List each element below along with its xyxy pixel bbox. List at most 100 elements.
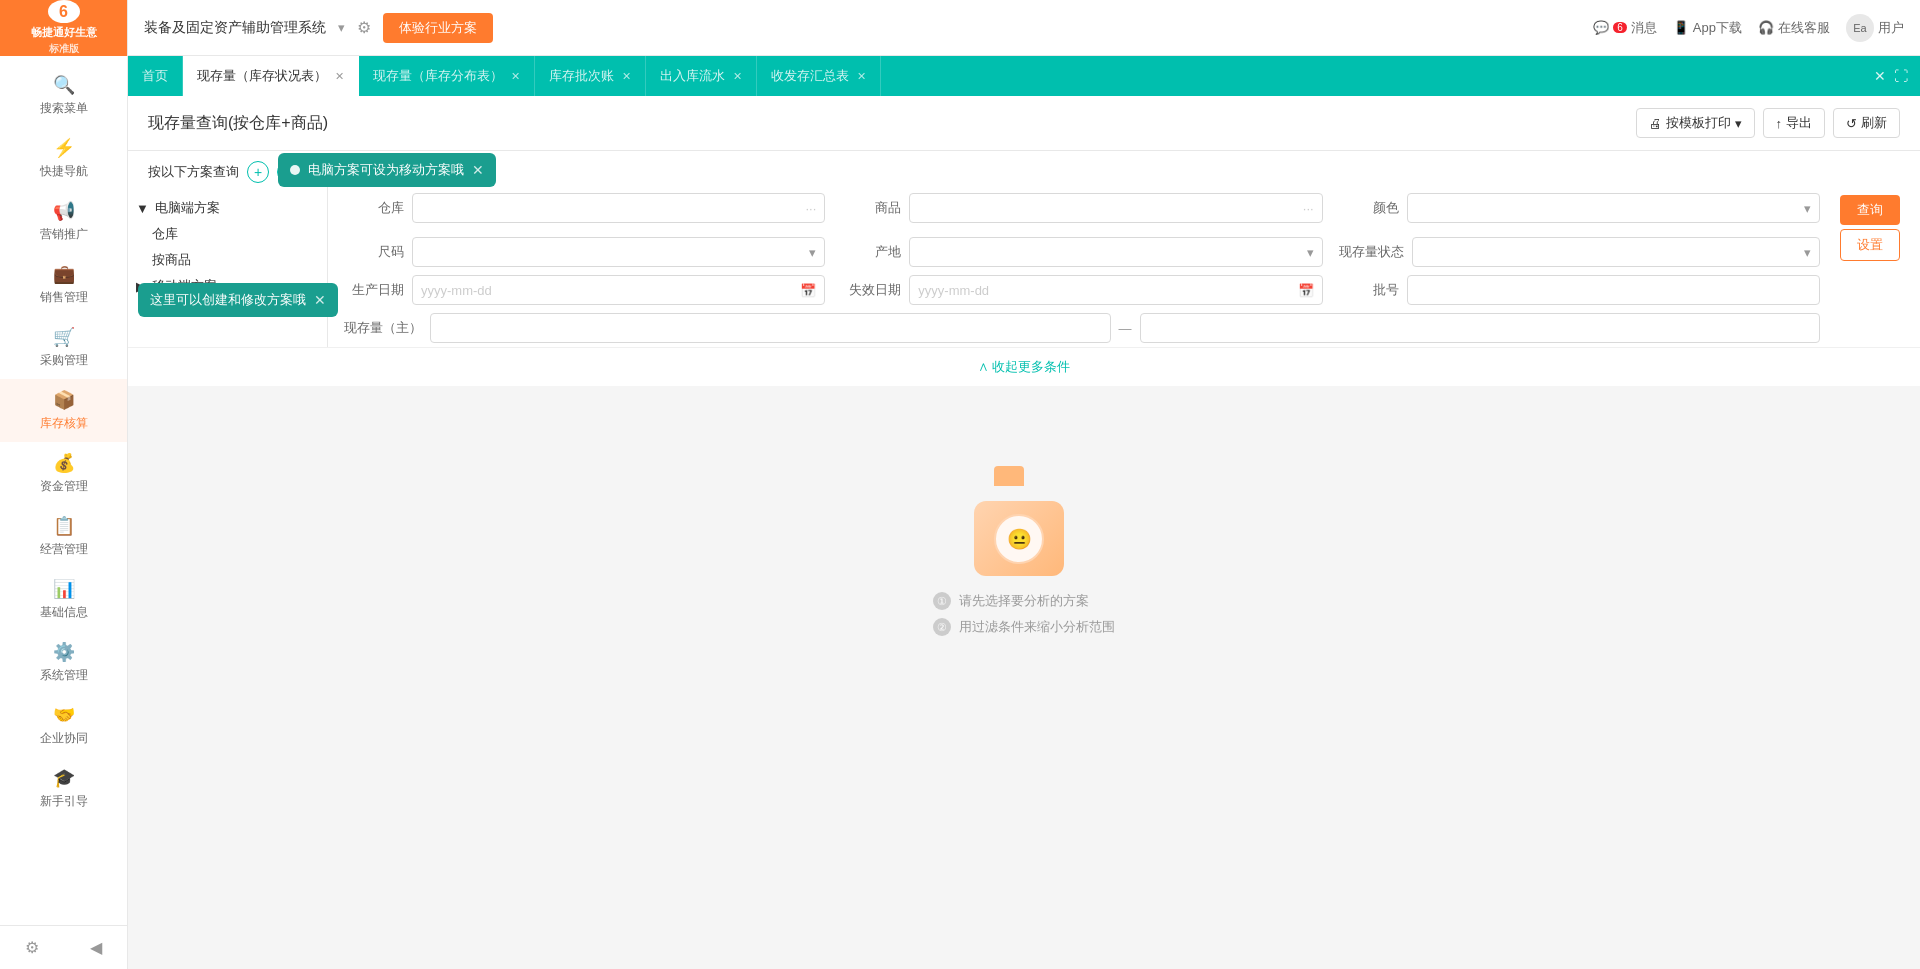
tab-inventory-dist-close[interactable]: ✕	[511, 70, 520, 83]
color-label: 颜色	[1339, 199, 1399, 217]
step-1-text: 请先选择要分析的方案	[959, 592, 1089, 610]
sidebar-item-label: 营销推广	[40, 226, 88, 243]
tabs-close-all[interactable]: ✕	[1874, 68, 1886, 84]
step-2-text: 用过滤条件来缩小分析范围	[959, 618, 1115, 636]
color-dropdown: ▾	[1804, 201, 1811, 216]
tab-batch-ledger[interactable]: 库存批次账 ✕	[535, 56, 646, 96]
tooltip-close[interactable]: ✕	[472, 162, 484, 178]
purchase-icon: 🛒	[53, 326, 75, 348]
stock-status-select[interactable]: ▾	[1412, 237, 1820, 267]
export-button[interactable]: ↑ 导出	[1763, 108, 1826, 138]
warehouse-select[interactable]: ···	[412, 193, 825, 223]
field-stock-status: 现存量状态 ▾	[1339, 237, 1820, 267]
scheme-child-1[interactable]: 仓库	[128, 221, 327, 247]
empty-step-2: ② 用过滤条件来缩小分析范围	[933, 618, 1115, 636]
logo-icon: 6	[48, 0, 80, 23]
header: 装备及固定资产辅助管理系统 ▾ ⚙ 体验行业方案 💬 6 消息 📱 App下载 …	[128, 0, 1920, 56]
tab-home[interactable]: 首页	[128, 56, 183, 96]
system-name: 装备及固定资产辅助管理系统	[144, 19, 326, 37]
sidebar-item-nav[interactable]: ⚡ 快捷导航	[0, 127, 127, 190]
origin-select[interactable]: ▾	[909, 237, 1322, 267]
warehouse-dots: ···	[805, 201, 816, 216]
desktop-scheme-item[interactable]: ▼ 电脑端方案	[128, 195, 327, 221]
sidebar-item-guide[interactable]: 🎓 新手引导	[0, 757, 127, 820]
stock-qty-from[interactable]	[430, 313, 1111, 343]
system-icon: ⚙️	[53, 641, 75, 663]
tab-home-label: 首页	[142, 67, 168, 85]
sidebar-item-label: 库存核算	[40, 415, 88, 432]
trial-button[interactable]: 体验行业方案	[383, 13, 493, 43]
sidebar-item-label: 资金管理	[40, 478, 88, 495]
tab-inout-flow[interactable]: 出入库流水 ✕	[646, 56, 757, 96]
page-title: 现存量查询(按仓库+商品)	[148, 113, 328, 134]
user-item[interactable]: Ea 用户	[1846, 14, 1904, 42]
settings-button[interactable]: ⚙	[25, 938, 39, 957]
settings-icon[interactable]: ⚙	[357, 18, 371, 37]
sidebar: 6 畅捷通好生意 标准版 🔍 搜索菜单 ⚡ 快捷导航 📢 营销推广 💼 销售管理…	[0, 0, 128, 969]
color-select[interactable]: ▾	[1407, 193, 1820, 223]
sidebar-item-purchase[interactable]: 🛒 采购管理	[0, 316, 127, 379]
tab-inout-flow-close[interactable]: ✕	[733, 70, 742, 83]
tab-batch-ledger-close[interactable]: ✕	[622, 70, 631, 83]
tabs-fullscreen[interactable]: ⛶	[1894, 68, 1908, 84]
stock-qty-to[interactable]	[1140, 313, 1821, 343]
tab-inventory-status-close[interactable]: ✕	[335, 70, 344, 83]
sidebar-item-marketing[interactable]: 📢 营销推广	[0, 190, 127, 253]
sidebar-item-label: 快捷导航	[40, 163, 88, 180]
collapse-arrow-icon: ∧	[978, 359, 989, 374]
app-download-item[interactable]: 📱 App下载	[1673, 19, 1742, 37]
field-size: 尺码 ▾	[344, 237, 825, 267]
message-label: 消息	[1631, 19, 1657, 37]
setup-button[interactable]: 设置	[1840, 229, 1900, 261]
tab-collect-summary-label: 收发存汇总表	[771, 67, 849, 85]
sidebar-item-inventory[interactable]: 📦 库存核算	[0, 379, 127, 442]
tab-collect-summary-close[interactable]: ✕	[857, 70, 866, 83]
empty-illustration: 😐	[964, 466, 1084, 576]
tab-collect-summary[interactable]: 收发存汇总表 ✕	[757, 56, 881, 96]
query-button[interactable]: 查询	[1840, 195, 1900, 225]
print-button[interactable]: 🖨 按模板打印 ▾	[1636, 108, 1755, 138]
sidebar-item-basic[interactable]: 📊 基础信息	[0, 568, 127, 631]
filter-content: ▼ 电脑端方案 仓库 按商品 ▶ 移动端方案 这里	[128, 183, 1920, 347]
collapse-button[interactable]: ◀	[90, 938, 102, 957]
scheme-child-2[interactable]: 按商品	[128, 247, 327, 273]
size-select[interactable]: ▾	[412, 237, 825, 267]
system-dropdown[interactable]: ▾	[338, 20, 345, 35]
field-color: 颜色 ▾	[1339, 193, 1820, 223]
filter-title: 按以下方案查询	[148, 163, 239, 181]
expire-date-input[interactable]: yyyy-mm-dd 📅	[909, 275, 1322, 305]
empty-state: 😐 ① 请先选择要分析的方案 ② 用过滤条件来缩小分析范围	[128, 386, 1920, 716]
refresh-button[interactable]: ↺ 刷新	[1833, 108, 1900, 138]
print-dropdown-icon: ▾	[1735, 116, 1742, 131]
message-item[interactable]: 💬 6 消息	[1593, 19, 1657, 37]
tab-inventory-status[interactable]: 现存量（库存状况表） ✕	[183, 56, 359, 96]
goods-dots: ···	[1303, 201, 1314, 216]
sidebar-item-search[interactable]: 🔍 搜索菜单	[0, 64, 127, 127]
stock-status-dropdown: ▾	[1804, 245, 1811, 260]
tab-inventory-dist-label: 现存量（库存分布表）	[373, 67, 503, 85]
size-label: 尺码	[344, 243, 404, 261]
collapse-text: 收起更多条件	[992, 359, 1070, 374]
add-scheme-button[interactable]: +	[247, 161, 269, 183]
produce-date-input[interactable]: yyyy-mm-dd 📅	[412, 275, 825, 305]
basic-icon: 📊	[53, 578, 75, 600]
logo: 6 畅捷通好生意 标准版	[0, 0, 127, 56]
collapse-button[interactable]: ∧ 收起更多条件	[128, 347, 1920, 386]
produce-date-calendar-icon: 📅	[800, 283, 816, 298]
sidebar-item-operations[interactable]: 📋 经营管理	[0, 505, 127, 568]
sidebar-item-sales[interactable]: 💼 销售管理	[0, 253, 127, 316]
filter-row-2: 尺码 ▾ 产地 ▾ 现存量状态	[344, 233, 1820, 271]
support-item[interactable]: 🎧 在线客服	[1758, 19, 1830, 37]
goods-select[interactable]: ···	[909, 193, 1322, 223]
sidebar-item-enterprise[interactable]: 🤝 企业协同	[0, 694, 127, 757]
batch-input[interactable]	[1407, 275, 1820, 305]
tooltip2-close[interactable]: ✕	[314, 292, 326, 308]
stock-status-label: 现存量状态	[1339, 243, 1404, 261]
empty-step-1: ① 请先选择要分析的方案	[933, 592, 1115, 610]
sidebar-item-finance[interactable]: 💰 资金管理	[0, 442, 127, 505]
query-buttons: 查询 设置	[1840, 195, 1900, 261]
sidebar-item-system[interactable]: ⚙️ 系统管理	[0, 631, 127, 694]
filter-section: 按以下方案查询 + ✎ « 电脑方案可设为移动方案哦 ✕ ▼ 电脑端方案	[128, 151, 1920, 386]
tab-inventory-dist[interactable]: 现存量（库存分布表） ✕	[359, 56, 535, 96]
field-batch: 批号	[1339, 275, 1820, 305]
